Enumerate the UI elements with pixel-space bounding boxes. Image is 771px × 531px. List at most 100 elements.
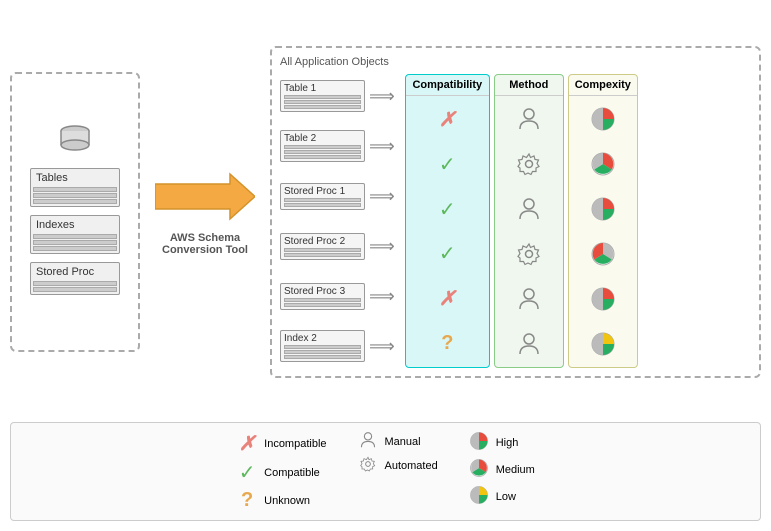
compat-cell-3: ✓: [439, 190, 456, 228]
col-compat-header: Compatibility: [406, 75, 489, 96]
legend-check-icon: ✓: [236, 460, 258, 485]
pie-high-5: [590, 286, 616, 312]
legend-automated-label: Automated: [385, 460, 438, 472]
arrow-right-1: ⟹: [369, 86, 395, 107]
source-objects: Tables Indexes Stored Proc: [10, 72, 140, 352]
gear-icon-4: [517, 242, 541, 266]
obj-box-sp3: Stored Proc 3: [280, 283, 365, 310]
question-icon-6: ?: [441, 332, 453, 355]
source-indexes: Indexes: [30, 215, 120, 254]
complexity-cell-4: [590, 235, 616, 273]
compat-cell-4: ✓: [439, 235, 456, 273]
conversion-arrow-container: AWS Schema Conversion Tool: [150, 169, 260, 256]
arrow-right-4: ⟹: [369, 236, 395, 257]
obj-box-sp1: Stored Proc 1: [280, 183, 365, 210]
method-cell-3: [518, 190, 540, 228]
pie-medium-2: [590, 151, 616, 177]
stored-proc-label: Stored Proc: [33, 265, 117, 279]
legend-manual-label: Manual: [385, 436, 421, 448]
compat-cell-2: ✓: [439, 145, 456, 183]
compat-cell-1: ✗: [439, 100, 456, 138]
pie-high-1: [590, 106, 616, 132]
table-row: Table 1 ⟹: [280, 74, 395, 118]
legend-incompatible-label: Incompatible: [264, 438, 326, 450]
check-icon-2: ✓: [439, 152, 456, 177]
legend-high-label: High: [496, 437, 519, 449]
compat-cell-5: ✗: [439, 280, 456, 318]
table-row: Table 2 ⟹: [280, 124, 395, 168]
col-complexity-cells: [588, 96, 618, 367]
legend: ✗ Incompatible ✓ Compatible ? Unknown Ma…: [10, 422, 761, 521]
compat-cell-6: ?: [441, 325, 453, 363]
legend-low-label: Low: [496, 491, 516, 503]
col-compat-cells: ✗ ✓ ✓ ✓ ✗ ?: [437, 96, 458, 367]
method-cell-1: [518, 100, 540, 138]
indexes-label: Indexes: [33, 218, 117, 232]
legend-medium-label: Medium: [496, 464, 535, 476]
legend-item-unknown: ? Unknown: [236, 489, 326, 512]
legend-item-manual: Manual: [357, 431, 438, 452]
obj-label-table1: Table 1: [284, 83, 361, 94]
objects-container: All Application Objects Table 1 ⟹: [270, 46, 761, 378]
obj-label-table2: Table 2: [284, 133, 361, 144]
stored-proc-rows: [33, 281, 117, 292]
col-method: Method: [494, 74, 564, 368]
tables-label: Tables: [33, 171, 117, 185]
legend-item-low: Low: [468, 485, 535, 508]
obj-label-sp3: Stored Proc 3: [284, 286, 361, 297]
obj-label-idx2: Index 2: [284, 333, 361, 344]
method-cell-6: [518, 325, 540, 363]
legend-col-2: Manual Automated: [357, 431, 438, 512]
person-icon-1: [518, 107, 540, 131]
obj-box-idx2: Index 2: [280, 330, 365, 362]
obj-box-sp2: Stored Proc 2: [280, 233, 365, 260]
legend-x-icon: ✗: [236, 431, 258, 456]
table-row: Stored Proc 1 ⟹: [280, 174, 395, 218]
legend-item-automated: Automated: [357, 456, 438, 475]
tables-rows: [33, 187, 117, 204]
object-list: Table 1 ⟹ Table 2 ⟹: [280, 74, 403, 368]
orange-arrow-svg: [155, 169, 255, 224]
pie-high-3: [590, 196, 616, 222]
person-icon-5: [518, 287, 540, 311]
col-complexity-header: Compexity: [569, 75, 637, 96]
arrow-label: AWS Schema Conversion Tool: [162, 232, 248, 256]
main-container: Tables Indexes Stored Proc: [0, 0, 771, 531]
legend-col-3: High Medium Low: [468, 431, 535, 512]
legend-unknown-label: Unknown: [264, 495, 310, 507]
legend-item-medium: Medium: [468, 458, 535, 481]
legend-medium-icon: [468, 458, 490, 481]
complexity-cell-1: [590, 100, 616, 138]
legend-question-icon: ?: [236, 489, 258, 512]
right-section: All Application Objects Table 1 ⟹: [270, 46, 761, 378]
legend-item-incompatible: ✗ Incompatible: [236, 431, 326, 456]
person-icon-3: [518, 197, 540, 221]
method-cell-2: [517, 145, 541, 183]
source-stored-proc: Stored Proc: [30, 262, 120, 295]
obj-label-sp1: Stored Proc 1: [284, 186, 361, 197]
method-cell-5: [518, 280, 540, 318]
legend-compatible-label: Compatible: [264, 467, 320, 479]
legend-gear-icon: [357, 456, 379, 475]
x-icon-5: ✗: [439, 286, 456, 311]
complexity-cell-3: [590, 190, 616, 228]
top-section: Tables Indexes Stored Proc: [10, 10, 761, 414]
table-row: Stored Proc 2 ⟹: [280, 224, 395, 268]
check-icon-3: ✓: [439, 197, 456, 222]
indexes-rows: [33, 234, 117, 251]
check-icon-4: ✓: [439, 241, 456, 266]
table-row: Stored Proc 3 ⟹: [280, 274, 395, 318]
legend-item-compatible: ✓ Compatible: [236, 460, 326, 485]
complexity-cell-5: [590, 280, 616, 318]
arrow-right-2: ⟹: [369, 136, 395, 157]
arrow-right-6: ⟹: [369, 336, 395, 357]
pie-low-yellow-6: [590, 331, 616, 357]
objects-title: All Application Objects: [280, 56, 751, 68]
col-compatibility: Compatibility ✗ ✓ ✓ ✓ ✗ ?: [405, 74, 490, 368]
arrow-right-5: ⟹: [369, 286, 395, 307]
pie-medium-green-4: [590, 241, 616, 267]
method-cell-4: [517, 235, 541, 273]
matrix: Table 1 ⟹ Table 2 ⟹: [280, 74, 751, 368]
gear-icon-2: [517, 152, 541, 176]
obj-box-table2: Table 2: [280, 130, 365, 162]
